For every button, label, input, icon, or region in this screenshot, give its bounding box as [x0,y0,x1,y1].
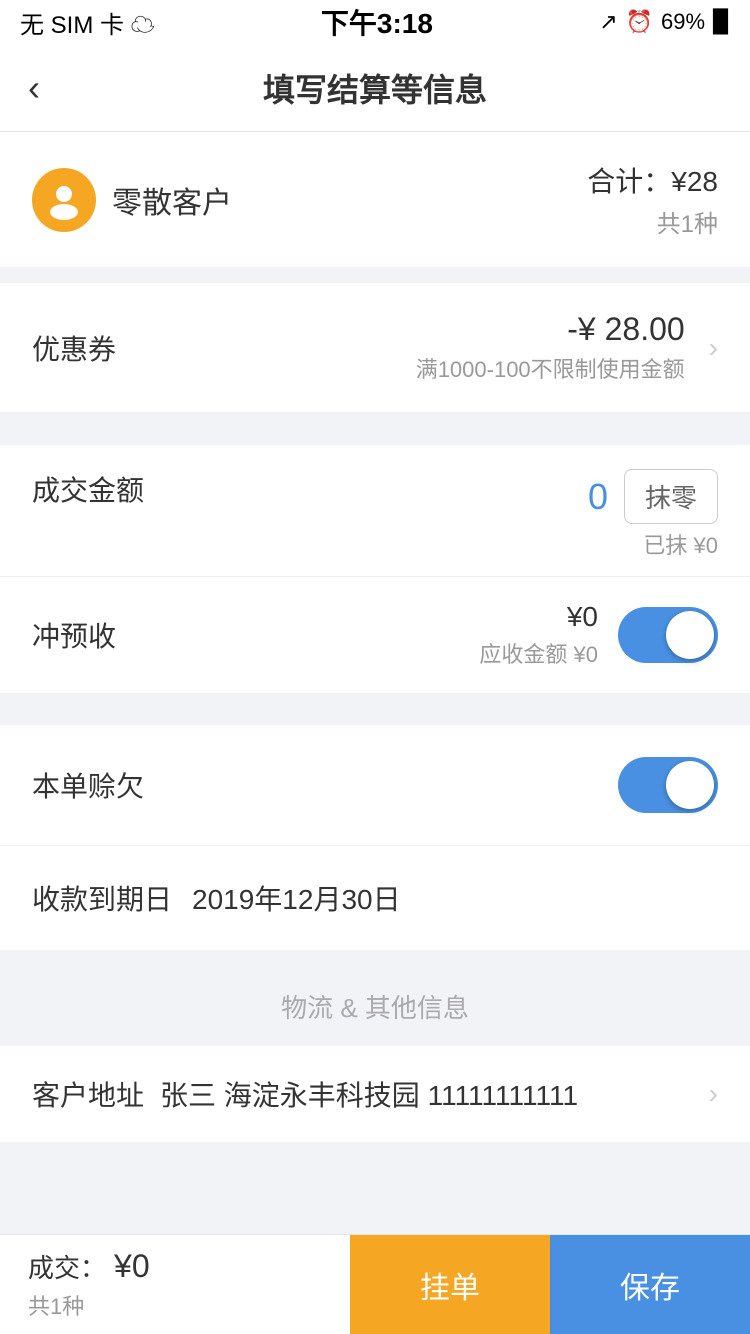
debt-section: 本单赊欠 收款到期日 2019年12月30日 [0,725,750,950]
coupon-discount: -¥ 28.00 [416,311,685,348]
avatar [32,168,96,232]
debt-row: 本单赊欠 [0,725,750,846]
deal-amount: ¥0 [114,1248,150,1285]
deal-label: 成交： [28,1248,106,1285]
hang-button[interactable]: 挂单 [350,1235,550,1334]
transaction-row: 成交金额 0 抹零 已抹 ¥0 [0,445,750,577]
customer-row: 零散客户 合计：¥28 共1种 [0,132,750,267]
prepay-label: 冲预收 [32,615,116,655]
address-label: 客户地址 [32,1074,144,1114]
address-section[interactable]: 客户地址 张三 海淀永丰科技园 11111111111 › [0,1046,750,1142]
alarm-icon: ⏰ [626,9,653,35]
bottom-count: 共1种 [28,1289,322,1321]
status-right: ↗ ⏰ 69% ▉ [599,9,730,35]
prepay-amounts: ¥0 应收金额 ¥0 [479,601,598,669]
customer-name: 零散客户 [112,178,232,222]
coupon-chevron-icon: › [709,332,718,364]
divider-2 [0,709,750,725]
customer-left: 零散客户 [32,168,232,232]
customer-total: 合计：¥28 共1种 [587,160,718,239]
divider-1 [0,429,750,445]
coupon-right: -¥ 28.00 满1000-100不限制使用金额 [416,311,685,384]
coupon-desc: 满1000-100不限制使用金额 [416,352,685,384]
transaction-right: 0 抹零 已抹 ¥0 [588,469,718,560]
battery-icon: ▉ [713,9,730,35]
status-time: 下午3:18 [321,2,433,42]
prepay-row: 冲预收 ¥0 应收金额 ¥0 [0,577,750,693]
debt-toggle[interactable] [618,757,718,813]
amount-right: 0 抹零 [588,469,718,524]
back-button[interactable]: ‹ [28,67,40,109]
prepay-toggle[interactable] [618,607,718,663]
status-bar: 无 SIM 卡 ☁ 下午3:18 ↗ ⏰ 69% ▉ [0,0,750,44]
bottom-deal: 成交： ¥0 [28,1248,322,1285]
address-row[interactable]: 客户地址 张三 海淀永丰科技园 11111111111 › [0,1046,750,1142]
battery-text: 69% [661,9,705,35]
prepay-right: ¥0 应收金额 ¥0 [479,601,718,669]
transaction-label: 成交金额 [32,469,144,509]
customer-section: 零散客户 合计：¥28 共1种 [0,132,750,267]
location-icon: ↗ [599,9,617,35]
total-amount: 合计：¥28 [587,160,718,200]
toggle-knob [666,611,714,659]
transaction-section: 成交金额 0 抹零 已抹 ¥0 冲预收 ¥0 应收金额 ¥0 [0,445,750,693]
status-left: 无 SIM 卡 ☁ [20,5,155,40]
sim-status: 无 SIM 卡 ☁ [20,5,155,40]
debt-label: 本单赊欠 [32,765,144,805]
logistics-header: 物流 & 其他信息 [0,966,750,1046]
transaction-sub: 已抹 ¥0 [643,528,718,560]
coupon-label: 优惠券 [32,328,116,368]
duedate-row: 收款到期日 2019年12月30日 [0,846,750,950]
round-button[interactable]: 抹零 [624,469,718,524]
coupon-section[interactable]: 优惠券 -¥ 28.00 满1000-100不限制使用金额 › [0,283,750,413]
nav-bar: ‹ 填写结算等信息 [0,44,750,132]
address-chevron-icon: › [709,1078,718,1110]
debt-toggle-knob [666,761,714,809]
total-count: 共1种 [587,204,718,239]
bottom-summary: 成交： ¥0 共1种 [0,1248,350,1321]
page-title: 填写结算等信息 [263,65,487,111]
bottom-bar: 成交： ¥0 共1种 挂单 保存 [0,1234,750,1334]
coupon-value-area: -¥ 28.00 满1000-100不限制使用金额 › [416,311,718,384]
logistics-title: 物流 & 其他信息 [281,988,469,1025]
duedate-label: 收款到期日 [32,878,172,918]
transaction-value: 0 [588,476,608,518]
address-value: 张三 海淀永丰科技园 11111111111 [160,1074,701,1114]
prepay-main-amount: ¥0 [479,601,598,633]
save-button[interactable]: 保存 [550,1235,750,1334]
duedate-value: 2019年12月30日 [192,878,401,918]
coupon-row[interactable]: 优惠券 -¥ 28.00 满1000-100不限制使用金额 › [0,283,750,413]
prepay-sub-amount: 应收金额 ¥0 [479,637,598,669]
